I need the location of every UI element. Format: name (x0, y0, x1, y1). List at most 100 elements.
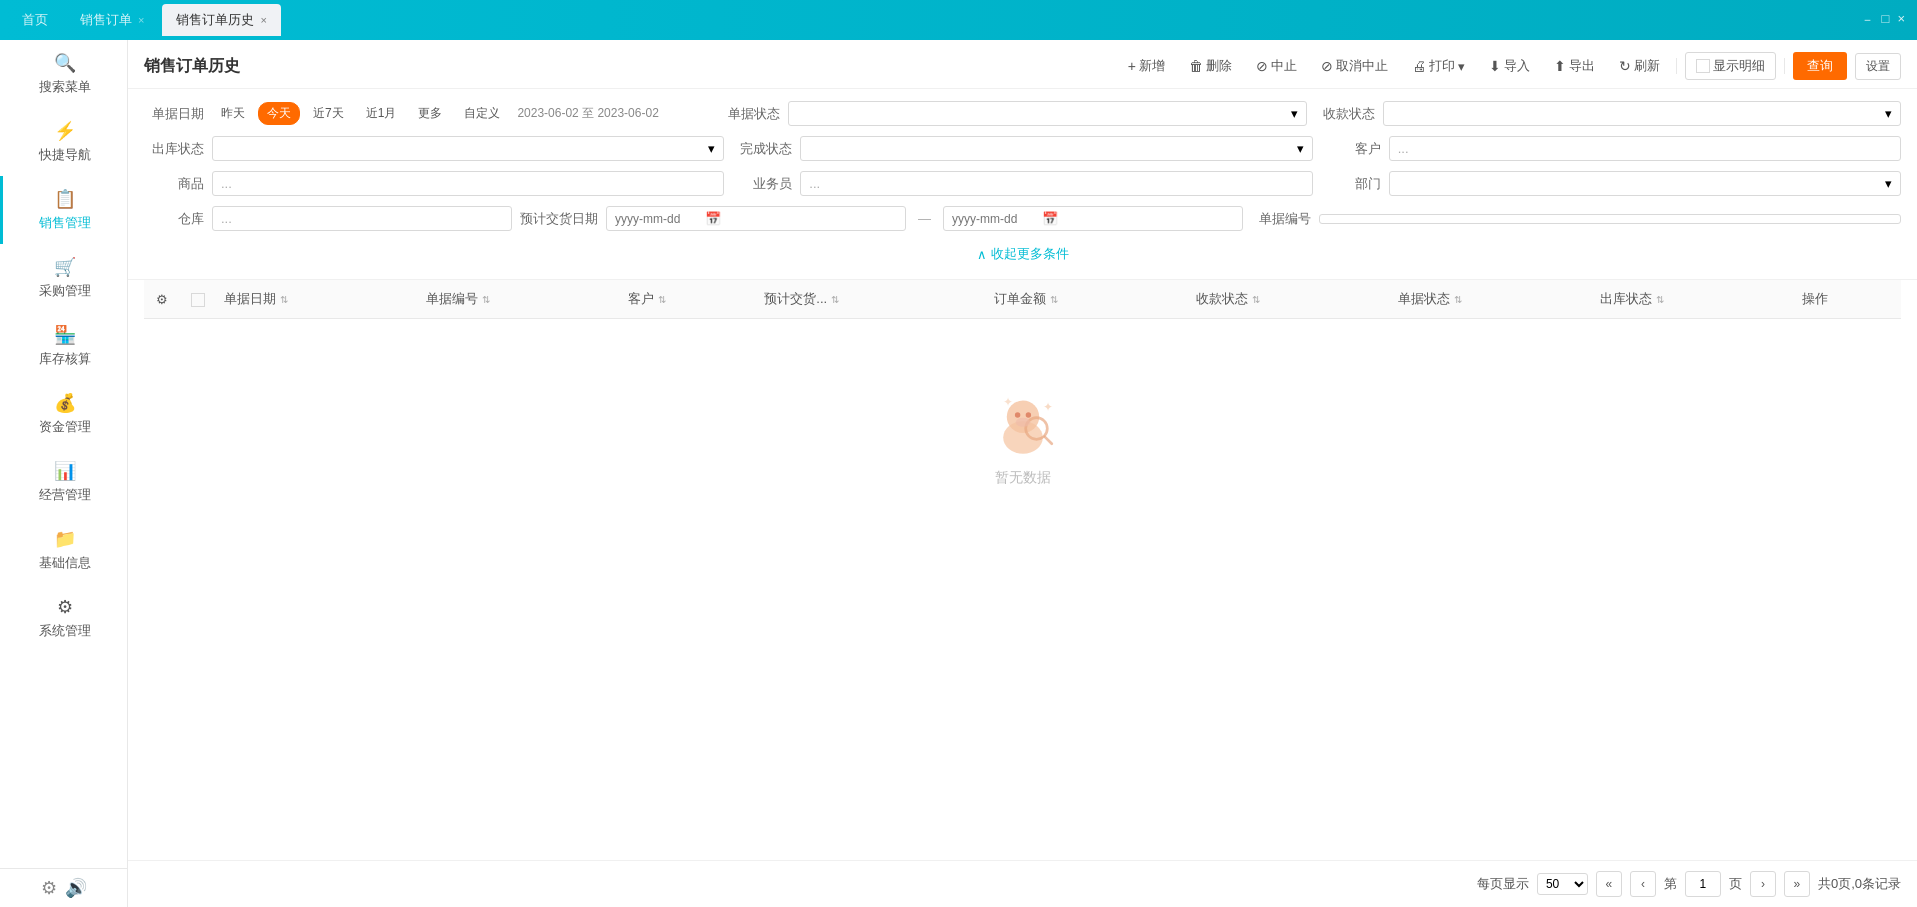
th-order-no-label: 单据编号 (426, 291, 478, 306)
sales-person-input[interactable]: ... (800, 171, 1312, 196)
th-order-status[interactable]: 单据状态 ⇅ (1390, 280, 1592, 319)
prev-page-btn[interactable]: ‹ (1630, 871, 1656, 897)
delete-btn[interactable]: 🗑 删除 (1181, 53, 1240, 79)
sidebar-volume-icon[interactable]: 🔊 (65, 877, 87, 899)
basic-info-icon: 📁 (54, 528, 76, 550)
th-date[interactable]: 单据日期 ⇅ (216, 280, 418, 319)
out-stock-status-select[interactable]: ▾ (212, 136, 724, 161)
sidebar-item-finance[interactable]: 💰 资金管理 (0, 380, 127, 448)
display-columns-checkbox-label[interactable]: 显示明细 (1685, 52, 1776, 80)
refresh-btn[interactable]: ↻ 刷新 (1611, 53, 1668, 79)
sidebar-item-quick-nav[interactable]: ⚡ 快捷导航 (0, 108, 127, 176)
calendar-end-icon[interactable]: 📅 (1042, 211, 1058, 226)
calendar-start-icon[interactable]: 📅 (705, 211, 721, 226)
sales-mgmt-icon: 📋 (54, 188, 76, 210)
order-status-select[interactable]: ▾ (788, 101, 1306, 126)
settings-filter-btn[interactable]: 设置 (1855, 53, 1901, 80)
sidebar-item-purchase-mgmt[interactable]: 🛒 采购管理 (0, 244, 127, 312)
new-btn[interactable]: + 新增 (1120, 53, 1173, 79)
th-order-status-label: 单据状态 (1398, 291, 1450, 306)
th-checkbox[interactable] (180, 280, 216, 319)
last-page-btn[interactable]: » (1784, 871, 1810, 897)
tab-sales-order[interactable]: 销售订单 × (66, 4, 158, 36)
sidebar-settings-icon[interactable]: ⚙ (41, 877, 57, 899)
date-label: 单据日期 (144, 105, 204, 123)
filter-row-2: 出库状态 ▾ 完成状态 ▾ 客户 ... (144, 136, 1901, 161)
tab-sales-order-close[interactable]: × (138, 14, 144, 26)
per-page-select[interactable]: 50 10 20 100 (1537, 873, 1588, 895)
date-btn-custom[interactable]: 自定义 (455, 102, 509, 125)
date-btn-more[interactable]: 更多 (409, 102, 451, 125)
sidebar-item-system-mgmt[interactable]: ⚙ 系统管理 (0, 584, 127, 652)
display-columns-checkbox[interactable] (1696, 59, 1710, 73)
date-btn-yesterday[interactable]: 昨天 (212, 102, 254, 125)
tab-sales-order-history-close[interactable]: × (260, 14, 266, 26)
export-icon: ⬆ (1554, 58, 1566, 74)
maximize-btn[interactable]: □ (1882, 11, 1890, 29)
out-stock-dropdown-icon: ▾ (708, 141, 715, 156)
print-icon: 🖨 (1412, 58, 1426, 74)
export-btn[interactable]: ⬆ 导出 (1546, 53, 1603, 79)
close-btn[interactable]: × (1897, 11, 1905, 29)
sidebar-item-operations[interactable]: 📊 经营管理 (0, 448, 127, 516)
new-icon: + (1128, 58, 1136, 74)
query-btn[interactable]: 查询 (1793, 52, 1847, 80)
import-btn[interactable]: ⬇ 导入 (1481, 53, 1538, 79)
refresh-icon: ↻ (1619, 58, 1631, 74)
stop-btn[interactable]: ⊘ 中止 (1248, 53, 1305, 79)
page-prefix-label: 第 (1664, 875, 1677, 893)
sidebar-item-basic-info[interactable]: 📁 基础信息 (0, 516, 127, 584)
print-btn[interactable]: 🖨 打印 ▾ (1404, 53, 1473, 79)
delivery-end-field[interactable] (952, 212, 1042, 226)
th-delivery-date[interactable]: 预计交货... ⇅ (756, 280, 986, 319)
delivery-date-start-input[interactable]: 📅 (606, 206, 906, 231)
stop-icon: ⊘ (1256, 58, 1268, 74)
minimize-btn[interactable]: － (1861, 11, 1874, 29)
order-number-input[interactable] (1319, 214, 1901, 224)
tab-sales-order-history[interactable]: 销售订单历史 × (162, 4, 280, 36)
header-checkbox[interactable] (191, 293, 205, 307)
th-pay-status[interactable]: 收款状态 ⇅ (1188, 280, 1390, 319)
cancel-stop-btn[interactable]: ⊘ 取消中止 (1313, 53, 1396, 79)
th-customer-sort-icon: ⇅ (658, 294, 666, 305)
sidebar-item-search-menu[interactable]: 🔍 搜索菜单 (0, 40, 127, 108)
content-area: 销售订单历史 + 新增 🗑 删除 ⊘ 中止 ⊘ (128, 40, 1917, 907)
th-delivery-date-label: 预计交货... (764, 291, 827, 306)
data-table: ⚙ 单据日期 ⇅ 单据编号 ⇅ (144, 280, 1901, 547)
department-dropdown-icon: ▾ (1885, 176, 1892, 191)
th-order-no[interactable]: 单据编号 ⇅ (418, 280, 620, 319)
filter-area: 单据日期 昨天 今天 近7天 近1月 更多 自定义 2023-06-02 至 2… (128, 89, 1917, 280)
date-btn-today[interactable]: 今天 (258, 102, 300, 125)
display-columns-label: 显示明细 (1713, 57, 1765, 75)
sidebar-item-sales-mgmt-label: 销售管理 (39, 214, 91, 232)
date-btn-last1m[interactable]: 近1月 (357, 102, 406, 125)
product-input[interactable]: ... (212, 171, 724, 196)
svg-text:✦: ✦ (1003, 395, 1013, 408)
delivery-date-end-input[interactable]: 📅 (943, 206, 1243, 231)
th-gear[interactable]: ⚙ (144, 280, 180, 319)
search-menu-icon: 🔍 (54, 52, 76, 74)
tab-sales-order-history-label: 销售订单历史 (176, 11, 254, 29)
department-select[interactable]: ▾ (1389, 171, 1901, 196)
next-page-btn[interactable]: › (1750, 871, 1776, 897)
th-out-stock-status[interactable]: 出库状态 ⇅ (1592, 280, 1794, 319)
date-btn-last7[interactable]: 近7天 (304, 102, 353, 125)
th-amount[interactable]: 订单金额 ⇅ (986, 280, 1188, 319)
toolbar-divider (1676, 58, 1677, 74)
customer-input[interactable]: ... (1389, 136, 1901, 161)
warehouse-input[interactable]: ... (212, 206, 512, 231)
current-page-input[interactable] (1685, 871, 1721, 897)
sidebar-item-inventory[interactable]: 🏪 库存核算 (0, 312, 127, 380)
collapse-row[interactable]: ∧ 收起更多条件 (144, 241, 1901, 267)
sidebar-item-sales-mgmt[interactable]: 📋 销售管理 (0, 176, 127, 244)
tab-home[interactable]: 首页 (8, 4, 62, 36)
complete-status-select[interactable]: ▾ (800, 136, 1312, 161)
th-customer[interactable]: 客户 ⇅ (620, 280, 756, 319)
svg-line-5 (1044, 437, 1051, 444)
sidebar-item-purchase-mgmt-label: 采购管理 (39, 282, 91, 300)
inventory-icon: 🏪 (54, 324, 76, 346)
delivery-start-field[interactable] (615, 212, 705, 226)
first-page-btn[interactable]: « (1596, 871, 1622, 897)
th-action-label: 操作 (1802, 291, 1828, 306)
pay-status-select[interactable]: ▾ (1383, 101, 1901, 126)
